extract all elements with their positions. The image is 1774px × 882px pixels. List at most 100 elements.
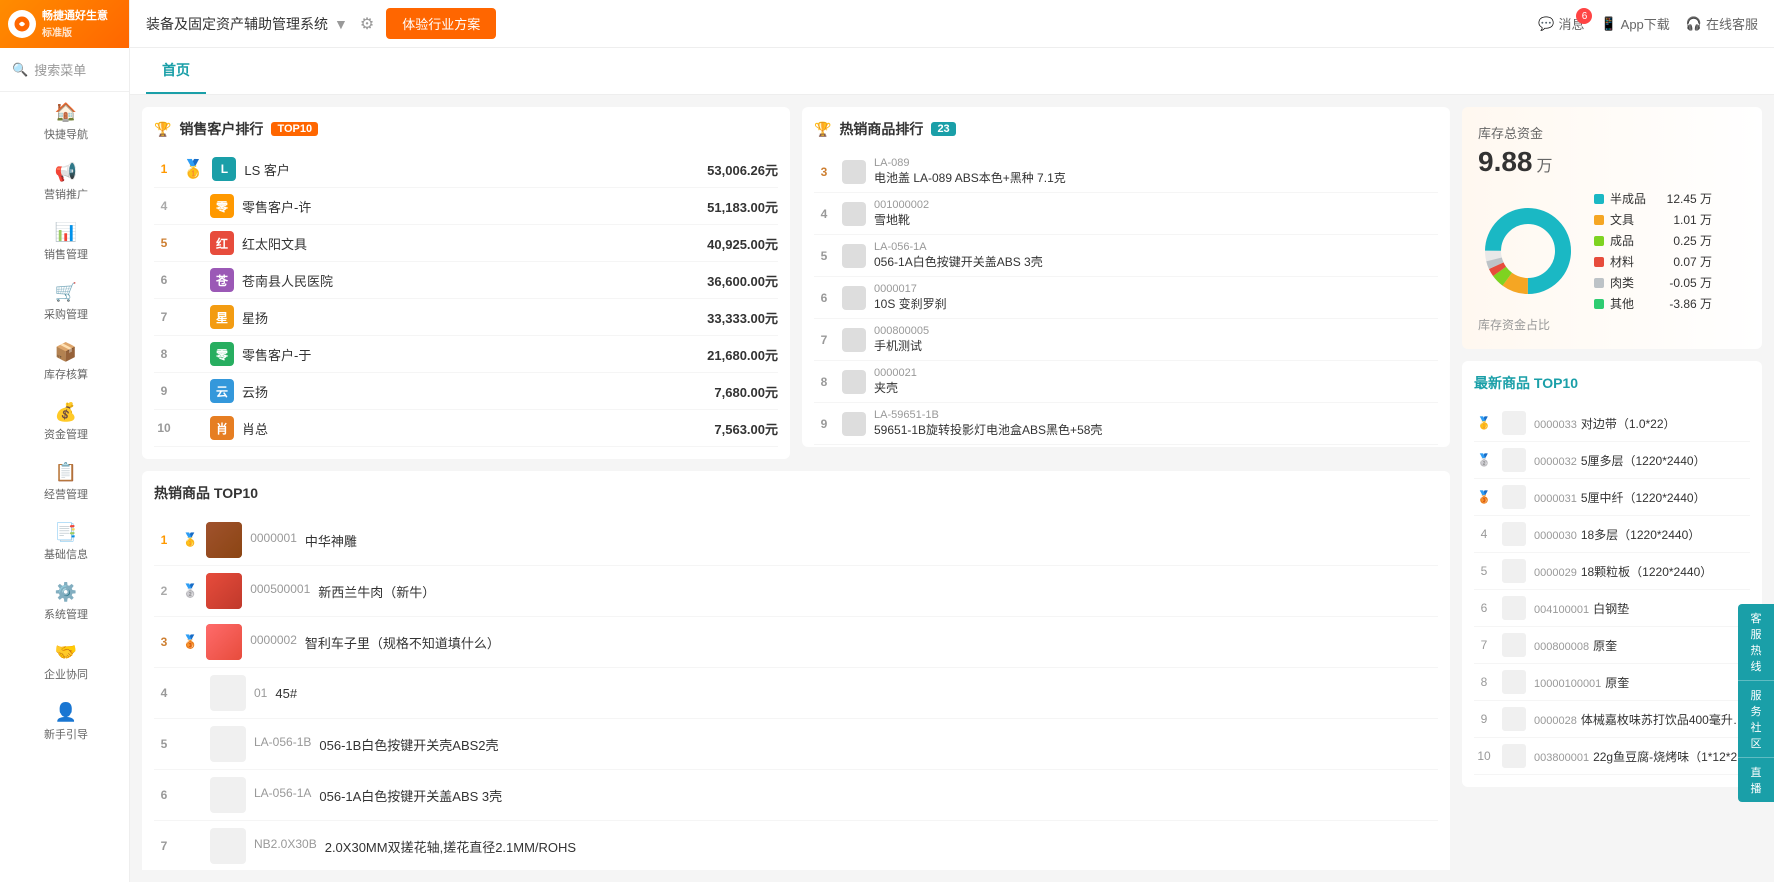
sidebar-item-marketing[interactable]: 📢 营销推广 [0,152,129,212]
collab-icon: 🤝 [55,642,77,663]
app-tag: 标准版 [42,24,108,39]
content-area: 🏆 销售客户排行 TOP10 1 🥇 L LS 客户 53,006.26元 [130,95,1774,882]
product-info: LA-59651-1B 59651-1B旋转投影灯电池盒ABS黑色+58壳 [874,409,1438,438]
product-thumbnail [210,675,246,711]
product-name: 45# [275,686,297,701]
list-item: 6 004100001白钢垫 [1474,590,1750,627]
settings-icon[interactable]: ⚙ [360,14,374,34]
inventory-unit: 万 [1537,152,1553,176]
table-row: 6 苍 苍南县人民医院 36,600.00元 [154,262,778,299]
hot-products-label: 热销商品 TOP10 [154,483,258,503]
product-name: 056-1A白色按键开关盖ABS 3壳 [319,786,502,805]
trophy-icon: 🏆 [154,121,171,138]
product-info: 000800005 手机测试 [874,325,1438,354]
sidebar-item-label: 新手引导 [44,726,88,742]
product-info: 0000017 10S 变刹罗刹 [874,283,1438,312]
product-name: 智利车子里（规格不知道填什么） [305,633,500,652]
product-thumbnail [1502,559,1526,583]
customer-avatar: 云 [210,379,234,403]
legend-value: -0.05 万 [1652,274,1712,291]
live-stream-button[interactable]: 直播 [1738,758,1774,802]
product-thumbnail [1502,596,1526,620]
product-info: 0000033对边带（1.0*22） [1534,415,1750,432]
customer-amount: 40,925.00元 [707,234,778,253]
sidebar-item-purchase[interactable]: 🛒 采购管理 [0,272,129,332]
table-row: 8 0000021 夹壳 [814,361,1438,403]
product-thumbnail [1502,448,1526,472]
sidebar-item-basicinfo[interactable]: 📑 基础信息 [0,512,129,572]
product-info: 00380000122g鱼豆腐-烧烤味（1*12*20） [1534,748,1750,765]
float-service-panel: 客服热线 服务社区 直播 [1738,604,1774,802]
guide-icon: 👤 [55,702,77,723]
tab-home[interactable]: 首页 [146,48,206,94]
list-item: 🥉 00000315厘中纤（1220*2440） [1474,479,1750,516]
product-thumbnail [210,828,246,864]
rank-number: 3 [814,165,834,179]
legend-dot-material [1594,257,1604,267]
operations-icon: 📋 [55,462,77,483]
product-code: LA-089 [874,157,1438,169]
legend-item: 其他 -3.86 万 [1594,295,1712,312]
rank-number: 7 [154,310,174,324]
customer-ranking-title: 🏆 销售客户排行 TOP10 [154,119,778,139]
service-community-button[interactable]: 服务社区 [1738,681,1774,758]
app-download-button[interactable]: 📱 App下载 [1600,14,1669,33]
legend-dot-meat [1594,278,1604,288]
home-icon: 🏠 [55,102,77,123]
rank-number: 8 [154,347,174,361]
customer-name: 红太阳文具 [242,234,699,253]
sidebar-item-finance[interactable]: 💰 资金管理 [0,392,129,452]
message-button[interactable]: 💬 消息 6 [1538,14,1584,33]
product-code: LA-056-1A [254,786,311,805]
customer-service-hotline-button[interactable]: 客服热线 [1738,604,1774,681]
table-row: 10 肖 肖总 7,563.00元 [154,410,778,447]
sales-icon: 📊 [55,222,77,243]
trial-plan-button[interactable]: 体验行业方案 [386,8,496,39]
chevron-down-icon[interactable]: ▼ [334,16,348,32]
list-item: 7 000800008原奎 [1474,627,1750,664]
product-name: 中华神雕 [305,531,357,550]
sidebar-item-collab[interactable]: 🤝 企业协同 [0,632,129,692]
list-item: 4 01 45# [154,668,1438,719]
sidebar-item-guide[interactable]: 👤 新手引导 [0,692,129,752]
product-thumb [842,412,866,436]
header: 装备及固定资产辅助管理系统 ▼ ⚙ 体验行业方案 💬 消息 6 📱 App下载 … [130,0,1774,48]
rank-number: 7 [1474,638,1494,652]
table-row: 9 云 云扬 7,680.00元 [154,373,778,410]
latest-products-list: 🥇 0000033对边带（1.0*22） 🥈 00000325厘多层（1220*… [1474,405,1750,775]
customer-name: 星扬 [242,308,699,327]
sidebar-item-sales[interactable]: 📊 销售管理 [0,212,129,272]
product-name: 夹壳 [874,379,1438,396]
trophy2-icon: 🏆 [814,121,831,138]
purchase-icon: 🛒 [55,282,77,303]
product-thumb [842,328,866,352]
rank-number: 3 [154,635,174,649]
rank-number: 9 [814,417,834,431]
table-row: 5 LA-056-1A 056-1A白色按键开关盖ABS 3壳 [814,235,1438,277]
product-name: 雪地靴 [874,211,1438,228]
sidebar-item-quicknav[interactable]: 🏠 快捷导航 [0,92,129,152]
rank-number: 5 [154,737,174,751]
latest-products-label: 最新商品 TOP10 [1474,373,1578,393]
sidebar-item-system[interactable]: ⚙️ 系统管理 [0,572,129,632]
table-row: 7 星 星扬 33,333.00元 [154,299,778,336]
sidebar-item-operations[interactable]: 📋 经营管理 [0,452,129,512]
sidebar-item-inventory[interactable]: 📦 库存核算 [0,332,129,392]
rank-number: 5 [154,236,174,250]
table-row: 9 LA-59651-1B 59651-1B旋转投影灯电池盒ABS黑色+58壳 [814,403,1438,445]
product-info: LA-056-1B 056-1B白色按键开关壳ABS2壳 [254,735,499,754]
product-thumb [842,370,866,394]
product-name: 10S 变刹罗刹 [874,295,1438,312]
silver-medal-icon: 🥈 [182,583,198,599]
rank-number: 10 [154,421,174,435]
table-row: 6 0000017 10S 变刹罗刹 [814,277,1438,319]
customer-name: 苍南县人民医院 [242,271,699,290]
product-name: 056-1A白色按键开关盖ABS 3壳 [874,253,1438,270]
inventory-total-label: 库存总资金 [1478,123,1746,142]
right-column: 库存总资金 9.88 万 [1462,107,1762,870]
search-menu-section[interactable]: 🔍 搜索菜单 [0,48,129,92]
search-menu-button[interactable]: 🔍 搜索菜单 [8,56,121,83]
product-info: LA-056-1A 056-1A白色按键开关盖ABS 3壳 [874,241,1438,270]
rank-number: 1 [154,162,174,176]
online-service-button[interactable]: 🎧 在线客服 [1686,14,1758,33]
